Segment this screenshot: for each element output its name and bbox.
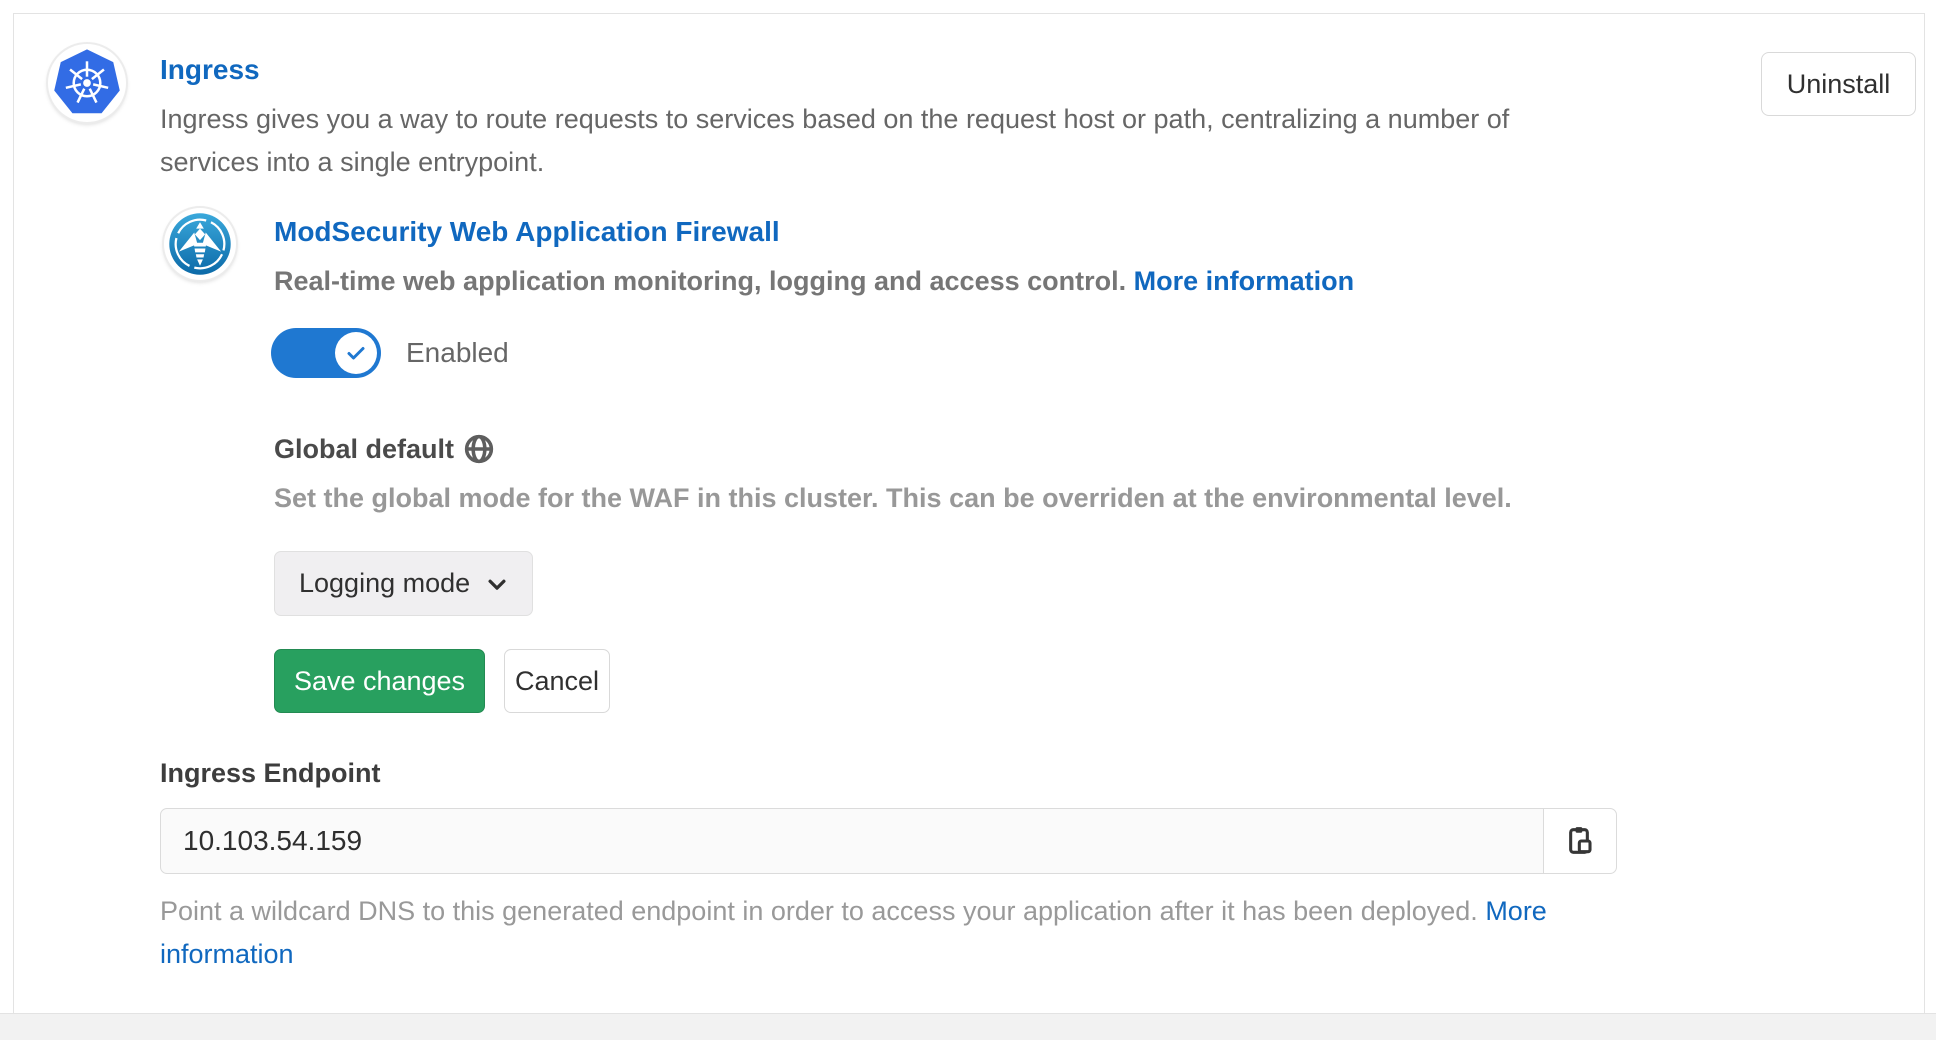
toggle-state-label: Enabled (406, 328, 509, 378)
global-default-text: Global default (274, 432, 454, 466)
ingress-application-panel: Ingress Ingress gives you a way to route… (13, 13, 1925, 1013)
ingress-endpoint-help-text: Point a wildcard DNS to this generated e… (160, 890, 1625, 976)
checkmark-icon (344, 341, 368, 365)
cancel-button[interactable]: Cancel (504, 649, 610, 713)
endpoint-help-body: Point a wildcard DNS to this generated e… (160, 896, 1478, 926)
modsecurity-subtitle: Real-time web application monitoring, lo… (274, 264, 1354, 298)
ingress-endpoint-group (160, 808, 1617, 874)
ingress-endpoint-label: Ingress Endpoint (160, 756, 381, 790)
modsecurity-title-link[interactable]: ModSecurity Web Application Firewall (274, 216, 780, 248)
copy-endpoint-button[interactable] (1543, 808, 1617, 874)
ingress-description: Ingress gives you a way to route request… (160, 98, 1580, 184)
ingress-endpoint-input[interactable] (160, 808, 1544, 874)
page-bottom-strip (0, 1013, 1936, 1040)
global-default-help-text: Set the global mode for the WAF in this … (274, 481, 1674, 515)
globe-icon (464, 434, 494, 464)
chevron-down-icon (486, 573, 508, 595)
kubernetes-icon (48, 44, 126, 122)
uninstall-button[interactable]: Uninstall (1761, 52, 1916, 116)
modsecurity-enable-toggle[interactable] (271, 328, 381, 378)
clipboard-copy-icon (1564, 825, 1596, 857)
modsecurity-subtitle-text: Real-time web application monitoring, lo… (274, 266, 1126, 296)
save-changes-button[interactable]: Save changes (274, 649, 485, 713)
waf-mode-dropdown[interactable]: Logging mode (274, 551, 533, 616)
modsecurity-icon (164, 208, 236, 280)
modsecurity-more-information-link[interactable]: More information (1134, 266, 1355, 296)
global-default-label: Global default (274, 432, 494, 466)
toggle-knob (335, 332, 377, 374)
waf-mode-selected-value: Logging mode (299, 568, 470, 599)
ingress-title-link[interactable]: Ingress (160, 54, 260, 86)
